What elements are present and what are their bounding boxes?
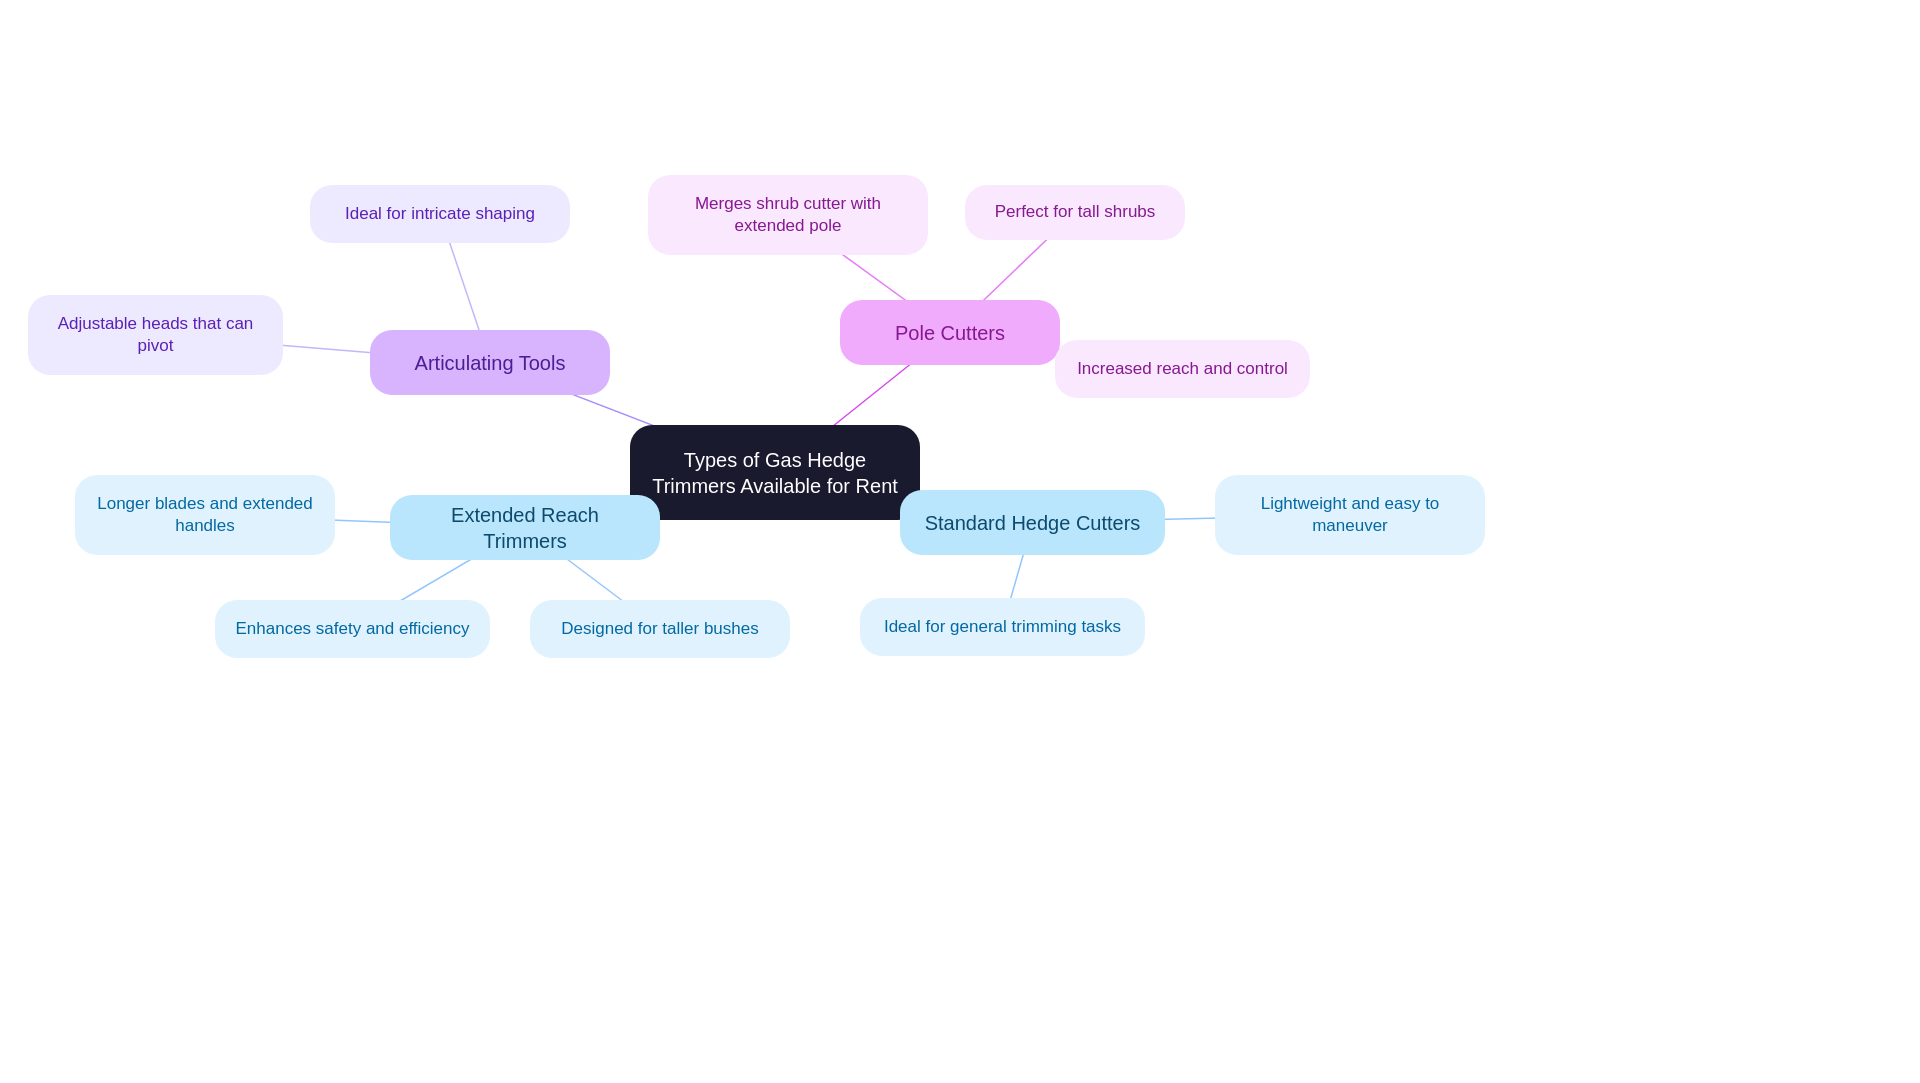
- ext-leaf2-node: Enhances safety and efficiency: [215, 600, 490, 658]
- art-leaf1-node: Ideal for intricate shaping: [310, 185, 570, 243]
- std-leaf2-node: Ideal for general trimming tasks: [860, 598, 1145, 656]
- std-leaf1-node: Lightweight and easy to maneuver: [1215, 475, 1485, 555]
- standard-hedge-node: Standard Hedge Cutters: [900, 490, 1165, 555]
- ext-leaf1-node: Longer blades and extended handles: [75, 475, 335, 555]
- pole-leaf2-node: Perfect for tall shrubs: [965, 185, 1185, 240]
- articulating-tools-node: Articulating Tools: [370, 330, 610, 395]
- pole-cutters-node: Pole Cutters: [840, 300, 1060, 365]
- ext-leaf3-node: Designed for taller bushes: [530, 600, 790, 658]
- pole-leaf3-node: Increased reach and control: [1055, 340, 1310, 398]
- extended-reach-node: Extended Reach Trimmers: [390, 495, 660, 560]
- center-node: Types of Gas Hedge Trimmers Available fo…: [630, 425, 920, 520]
- pole-leaf1-node: Merges shrub cutter with extended pole: [648, 175, 928, 255]
- art-leaf2-node: Adjustable heads that can pivot: [28, 295, 283, 375]
